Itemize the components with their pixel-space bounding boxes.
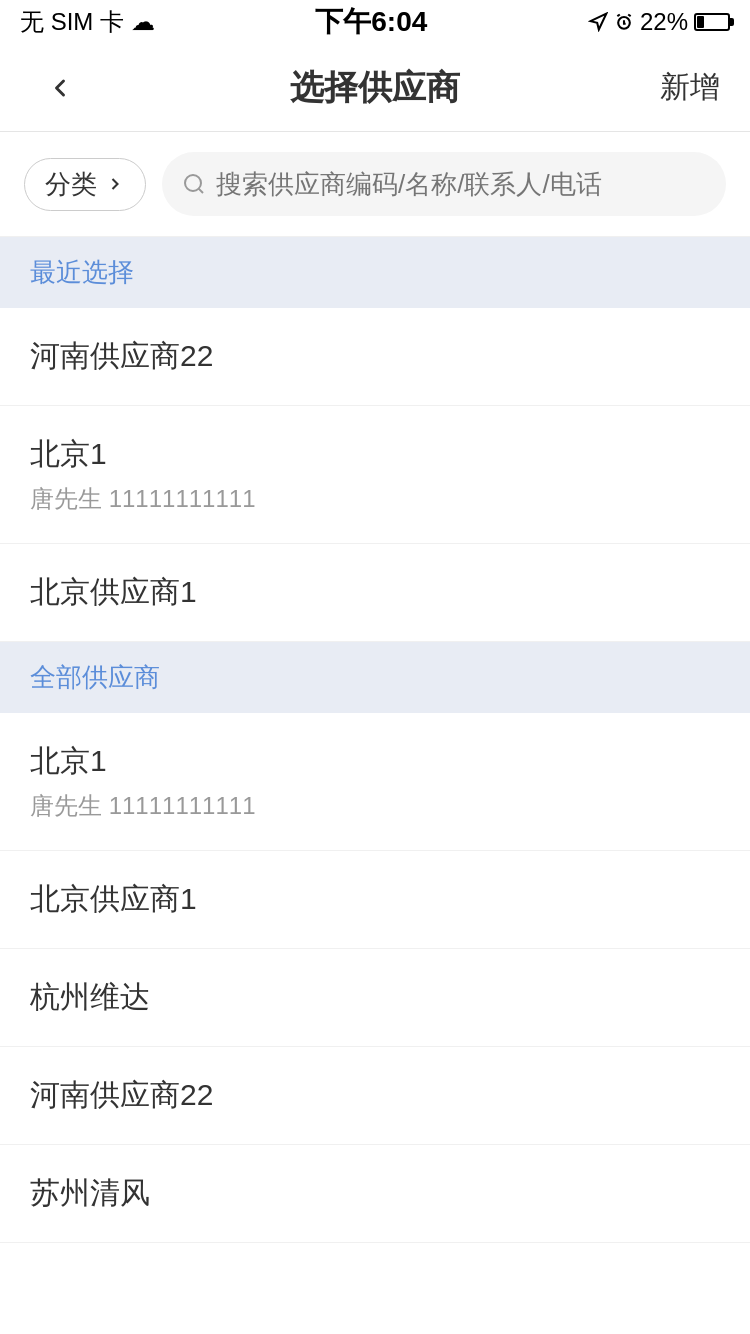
svg-marker-0 (590, 14, 606, 30)
search-input[interactable] (216, 169, 706, 200)
list-item-sub: 唐先生 11111111111 (30, 483, 720, 515)
alarm-icon (614, 12, 634, 32)
list-item-name: 北京1 (30, 741, 720, 782)
all-section-header: 全部供应商 (0, 642, 750, 713)
recent-section-header: 最近选择 (0, 237, 750, 308)
all-section-label: 全部供应商 (30, 662, 160, 692)
recent-list-item[interactable]: 北京供应商1 (0, 544, 750, 642)
svg-line-3 (628, 15, 631, 17)
category-label: 分类 (45, 167, 97, 202)
list-item-name: 北京供应商1 (30, 572, 720, 613)
recent-list: 河南供应商22 北京1 唐先生 11111111111 北京供应商1 (0, 308, 750, 642)
search-icon (182, 172, 206, 196)
battery-icon (694, 13, 730, 31)
battery-percent: 22% (640, 8, 688, 36)
list-item-name: 杭州维达 (30, 977, 720, 1018)
svg-line-2 (617, 15, 620, 17)
status-right: 22% (588, 8, 730, 36)
svg-line-5 (199, 189, 203, 193)
all-list-item[interactable]: 苏州清风 (0, 1145, 750, 1243)
nav-bar: 选择供应商 新增 (0, 44, 750, 132)
list-item-sub: 唐先生 11111111111 (30, 790, 720, 822)
sim-text: 无 SIM 卡 ☁ (20, 6, 155, 38)
status-time: 下午6:04 (315, 3, 427, 41)
recent-list-item[interactable]: 北京1 唐先生 11111111111 (0, 406, 750, 544)
category-filter[interactable]: 分类 (24, 158, 146, 211)
all-list-item[interactable]: 北京供应商1 (0, 851, 750, 949)
page-title: 选择供应商 (290, 65, 460, 111)
back-button[interactable] (30, 58, 90, 118)
list-item-name: 河南供应商22 (30, 1075, 720, 1116)
location-icon (588, 12, 608, 32)
status-bar: 无 SIM 卡 ☁ 下午6:04 22% (0, 0, 750, 44)
all-list: 北京1 唐先生 11111111111 北京供应商1 杭州维达河南供应商22 苏州清风 (0, 713, 750, 1243)
status-left: 无 SIM 卡 ☁ (20, 6, 155, 38)
list-item-name: 苏州清风 (30, 1173, 720, 1214)
recent-list-item[interactable]: 河南供应商22 (0, 308, 750, 406)
back-icon (46, 74, 74, 102)
list-item-name: 北京1 (30, 434, 720, 475)
all-list-item[interactable]: 杭州维达 (0, 949, 750, 1047)
recent-section-label: 最近选择 (30, 257, 134, 287)
search-box[interactable] (162, 152, 726, 216)
all-list-item[interactable]: 河南供应商22 (0, 1047, 750, 1145)
list-item-name: 河南供应商22 (30, 336, 720, 377)
filter-bar: 分类 (0, 132, 750, 237)
chevron-right-icon (105, 174, 125, 194)
all-list-item[interactable]: 北京1 唐先生 11111111111 (0, 713, 750, 851)
list-item-name: 北京供应商1 (30, 879, 720, 920)
add-button[interactable]: 新增 (660, 67, 720, 108)
svg-point-4 (185, 175, 201, 191)
